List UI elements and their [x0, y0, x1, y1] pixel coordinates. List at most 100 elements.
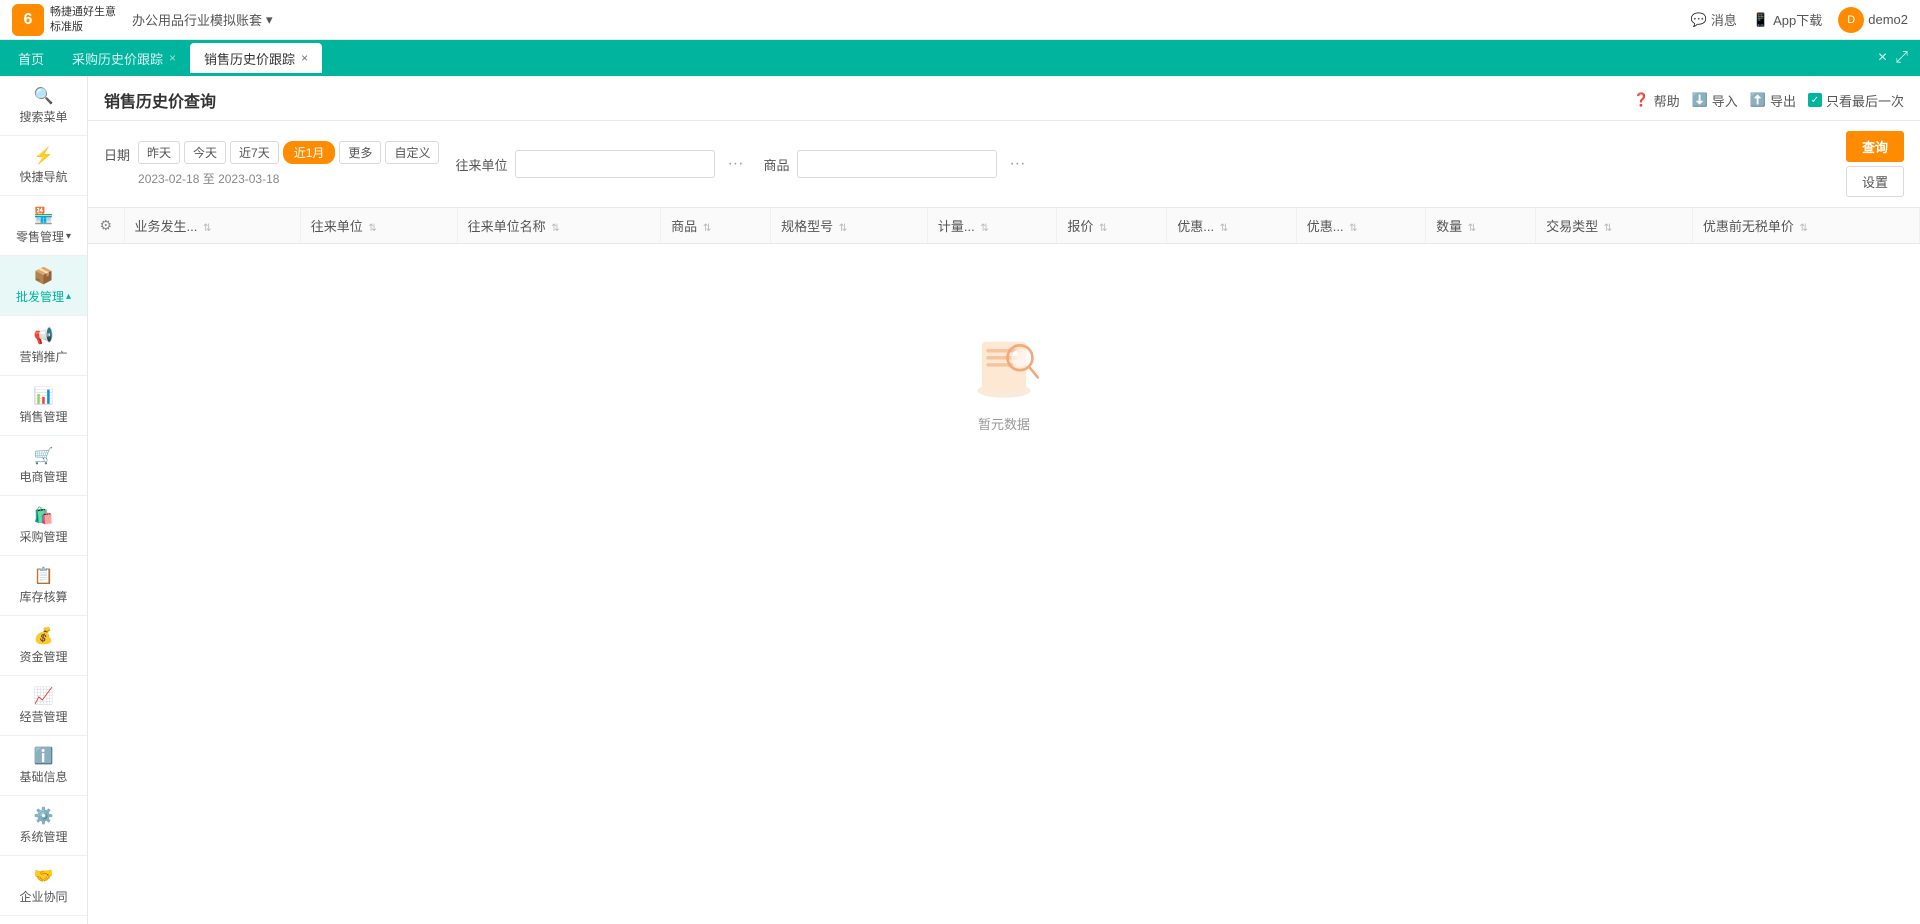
topbar-right: 💬 消息 📱 App下载 D demo2 [1691, 7, 1908, 33]
partner-filter-label: 往来单位 [455, 155, 507, 174]
th-partner-code[interactable]: 往来单位 ⇅ [300, 208, 457, 244]
lightning-icon: ⚡ [34, 146, 54, 166]
import-icon: ⬇️ [1692, 92, 1708, 108]
sidebar-item-retail[interactable]: 🏪 零售管理 ▾ [0, 196, 87, 256]
th-trade-type[interactable]: 交易类型 ⇅ [1536, 208, 1693, 244]
page-title: 销售历史价查询 [104, 88, 216, 112]
megaphone-icon: 📢 [34, 326, 54, 346]
empty-illustration [959, 324, 1049, 404]
shopping-icon: 🛍️ [34, 506, 54, 526]
info-icon: ℹ️ [34, 746, 54, 766]
sort-arrows-discount2: ⇅ [1349, 223, 1357, 234]
app-download-button[interactable]: 📱 App下载 [1753, 10, 1822, 29]
sidebar-item-sales-mgmt[interactable]: 📊 销售管理 [0, 376, 87, 436]
goods-filter-group: 商品 ··· [763, 150, 1029, 178]
date-buttons: 昨天 今天 近7天 近1月 更多 自定义 2023-02-18 至 2023-0… [138, 141, 439, 187]
th-goods[interactable]: 商品 ⇅ [661, 208, 771, 244]
topbar-left: 6 畅捷通好生意 标准版 办公用品行业模拟账套 ▾ [12, 4, 281, 36]
sidebar-item-marketing[interactable]: 📢 营销推广 [0, 316, 87, 376]
th-partner-name[interactable]: 往来单位名称 ⇅ [457, 208, 661, 244]
company-selector[interactable]: 办公用品行业模拟账套 ▾ [124, 6, 281, 33]
store-icon: 🏪 [34, 206, 54, 226]
help-icon: ❓ [1633, 92, 1649, 108]
last7days-btn[interactable]: 近7天 [230, 141, 279, 164]
sort-arrows-partner-name: ⇅ [551, 223, 559, 234]
sidebar-item-quicknav[interactable]: ⚡ 快捷导航 [0, 136, 87, 196]
table-header: ⚙ 业务发生... ⇅ 往来单位 ⇅ 往来单位名称 ⇅ [88, 208, 1920, 244]
sidebar-item-cooperation[interactable]: 🤝 企业协同 [0, 856, 87, 916]
last1month-btn[interactable]: 近1月 [283, 141, 336, 164]
filter-bar: 日期 昨天 今天 近7天 近1月 更多 自定义 2023-02-18 至 202… [88, 121, 1920, 208]
tab-sales-close[interactable]: × [301, 51, 308, 65]
money-icon: 💰 [34, 626, 54, 646]
empty-svg-icon [959, 324, 1049, 404]
yesterday-btn[interactable]: 昨天 [138, 141, 180, 164]
sidebar-item-system[interactable]: ⚙️ 系统管理 [0, 796, 87, 856]
custom-date-btn[interactable]: 自定义 [385, 141, 439, 164]
th-discount2[interactable]: 优惠... ⇅ [1296, 208, 1425, 244]
only-last-checkbox-label[interactable]: 只看最后一次 [1808, 91, 1904, 110]
goods-input[interactable] [797, 150, 997, 178]
sidebar-item-wholesale[interactable]: 📦 批发管理 ▴ [0, 256, 87, 316]
sidebar-item-basic-info[interactable]: ℹ️ 基础信息 [0, 736, 87, 796]
sidebar-item-search[interactable]: 🔍 搜索菜单 [0, 76, 87, 136]
partner-dots-button[interactable]: ··· [723, 155, 747, 173]
sidebar: 🔍 搜索菜单 ⚡ 快捷导航 🏪 零售管理 ▾ 📦 批发管理 ▴ 📢 营销推广 [0, 76, 88, 924]
query-action-group: 查询 设置 [1846, 131, 1904, 197]
sort-arrows-quantity: ⇅ [1468, 223, 1476, 234]
message-icon: 💬 [1691, 12, 1707, 28]
tab-sales[interactable]: 销售历史价跟踪 × [190, 43, 322, 73]
chart-icon: 📊 [34, 386, 54, 406]
table-header-row: ⚙ 业务发生... ⇅ 往来单位 ⇅ 往来单位名称 ⇅ [88, 208, 1920, 244]
export-button[interactable]: ⬆️ 导出 [1750, 91, 1796, 110]
column-settings-icon[interactable]: ⚙ [99, 217, 112, 233]
sidebar-item-guide[interactable]: 🎓 新手引导 [0, 916, 87, 924]
sidebar-item-purchase[interactable]: 🛍️ 采购管理 [0, 496, 87, 556]
sidebar-item-ecommerce[interactable]: 🛒 电商管理 [0, 436, 87, 496]
th-discount1[interactable]: 优惠... ⇅ [1167, 208, 1296, 244]
page-header-actions: ❓ 帮助 ⬇️ 导入 ⬆️ 导出 只看最后一次 [1633, 91, 1904, 110]
tab-purchase-close[interactable]: × [169, 51, 176, 65]
sidebar-item-finance[interactable]: 💰 资金管理 [0, 616, 87, 676]
app-logo-text: 畅捷通好生意 标准版 [50, 5, 116, 34]
th-business-date[interactable]: 业务发生... ⇅ [124, 208, 300, 244]
close-all-tabs-button[interactable]: × [1878, 49, 1887, 67]
box-icon: 📦 [34, 266, 54, 286]
gear-icon: ⚙️ [34, 806, 54, 826]
th-settings[interactable]: ⚙ [88, 208, 124, 244]
message-button[interactable]: 💬 消息 [1691, 10, 1737, 29]
user-account[interactable]: D demo2 [1838, 7, 1908, 33]
goods-filter-label: 商品 [763, 155, 789, 174]
query-button[interactable]: 查询 [1846, 131, 1904, 162]
empty-text: 暂元数据 [978, 414, 1030, 433]
fullscreen-button[interactable]: ⤢ [1895, 49, 1908, 67]
empty-state: 暂元数据 [88, 244, 1920, 513]
sort-arrows-spec: ⇅ [839, 223, 847, 234]
partner-input[interactable] [515, 150, 715, 178]
sort-arrows-goods: ⇅ [703, 223, 711, 234]
help-button[interactable]: ❓ 帮助 [1633, 91, 1679, 110]
cart-icon: 🛒 [34, 446, 54, 466]
tab-home[interactable]: 首页 [4, 43, 58, 73]
setting-button[interactable]: 设置 [1846, 166, 1904, 197]
chevron-down-icon: ▾ [66, 231, 71, 242]
th-quote[interactable]: 报价 ⇅ [1057, 208, 1167, 244]
import-button[interactable]: ⬇️ 导入 [1692, 91, 1738, 110]
tab-purchase[interactable]: 采购历史价跟踪 × [58, 43, 190, 73]
more-date-btn[interactable]: 更多 [339, 141, 381, 164]
goods-dots-button[interactable]: ··· [1005, 155, 1029, 173]
sidebar-item-inventory[interactable]: 📋 库存核算 [0, 556, 87, 616]
th-pretax-price[interactable]: 优惠前无税单价 ⇅ [1692, 208, 1919, 244]
trending-icon: 📈 [34, 686, 54, 706]
only-last-checkbox[interactable] [1808, 93, 1822, 107]
logo-area: 6 畅捷通好生意 标准版 [12, 4, 116, 36]
th-quantity[interactable]: 数量 ⇅ [1426, 208, 1536, 244]
phone-icon: 📱 [1753, 12, 1769, 28]
chevron-up-icon: ▴ [66, 291, 71, 302]
date-filter-label: 日期 [104, 141, 130, 164]
th-unit[interactable]: 计量... ⇅ [927, 208, 1056, 244]
th-spec[interactable]: 规格型号 ⇅ [771, 208, 928, 244]
sidebar-item-operation[interactable]: 📈 经营管理 [0, 676, 87, 736]
today-btn[interactable]: 今天 [184, 141, 226, 164]
sort-arrows-unit: ⇅ [980, 223, 988, 234]
